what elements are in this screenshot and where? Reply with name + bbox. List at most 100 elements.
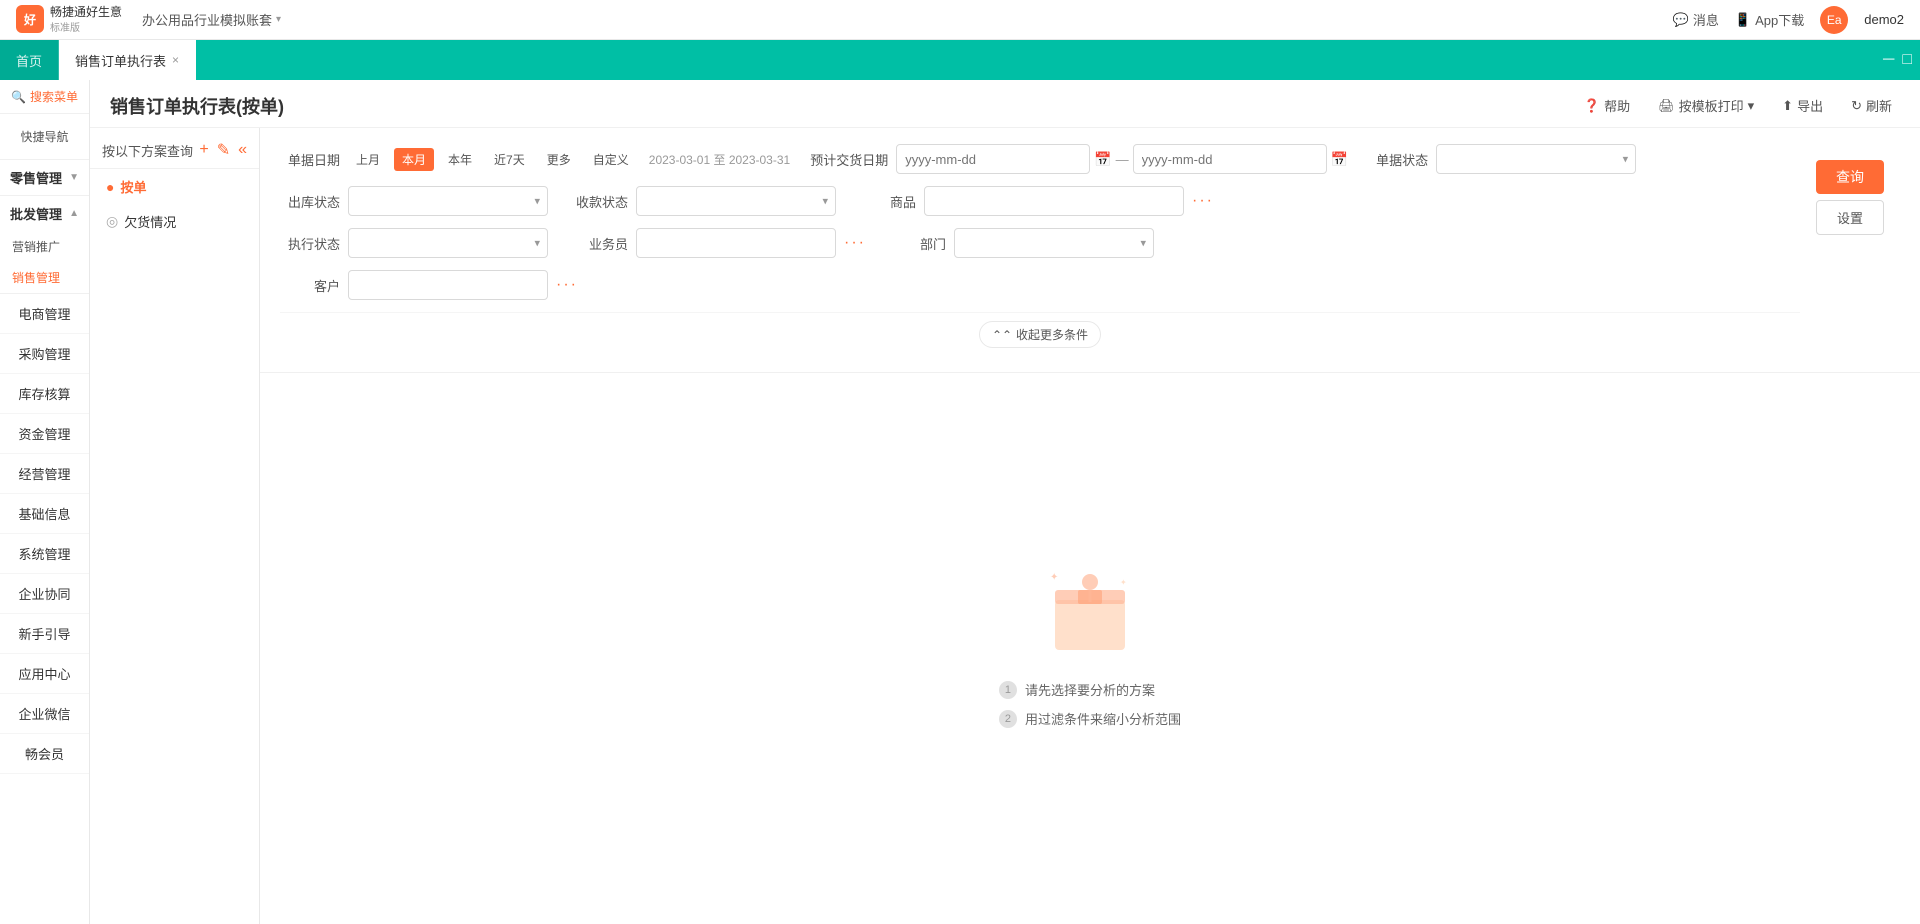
sales-mgmt-label: 销售管理	[12, 269, 60, 286]
sidebar-item-enterprise-wechat[interactable]: 企业微信	[0, 694, 89, 734]
industry-label: 办公用品行业模拟账套	[142, 10, 272, 29]
goods-more-icon[interactable]: ···	[1192, 192, 1214, 210]
add-scheme-button[interactable]: +	[199, 140, 208, 160]
sidebar-item-sales-mgmt[interactable]: 销售管理	[0, 262, 89, 293]
tab-sales-order[interactable]: 销售订单执行表 ×	[59, 40, 196, 80]
sidebar-item-operations[interactable]: 经营管理	[0, 454, 89, 494]
refresh-label: 刷新	[1866, 96, 1892, 115]
date-label: 单据日期	[280, 150, 340, 169]
customer-input[interactable]	[348, 270, 548, 300]
marketing-label: 营销推广	[12, 238, 60, 255]
filter-inner: 单据日期 上月 本月 本年 近7天 更多 自定义	[280, 144, 1900, 356]
sidebar-item-ecommerce[interactable]: 电商管理	[0, 294, 89, 334]
step-2-text: 用过滤条件来缩小分析范围	[1025, 709, 1181, 728]
print-button[interactable]: 🖨 按模板打印 ▾	[1650, 92, 1762, 119]
scheme-active-icon: ●	[106, 179, 114, 195]
filter-group-out-status: 出库状态	[280, 186, 548, 216]
goods-input[interactable]	[924, 186, 1184, 216]
scheme-inactive-icon: ◎	[106, 213, 118, 230]
app-download-action[interactable]: 📱 App下载	[1735, 10, 1804, 29]
dept-select[interactable]	[954, 228, 1154, 258]
filter-group-dept: 部门	[886, 228, 1154, 258]
calendar-end-icon[interactable]: 📅	[1331, 151, 1348, 168]
tab-sales-order-label: 销售订单执行表	[75, 51, 166, 70]
collapse-more-button[interactable]: ⌃⌃ 收起更多条件	[979, 321, 1101, 348]
message-action[interactable]: 💬 消息	[1673, 10, 1719, 29]
sidebar-item-inventory[interactable]: 库存核算	[0, 374, 89, 414]
salesperson-input[interactable]	[636, 228, 836, 258]
sidebar-item-newbie[interactable]: 新手引导	[0, 614, 89, 654]
sidebar-item-quick-nav[interactable]: 快捷导航	[0, 120, 89, 153]
customer-label: 客户	[280, 276, 340, 295]
tab-close-icon[interactable]: ×	[172, 53, 179, 67]
customer-more-icon[interactable]: ···	[556, 276, 578, 294]
filter-row-2: 出库状态 收款状态	[280, 186, 1800, 216]
sidebar-item-enterprise[interactable]: 企业协同	[0, 574, 89, 614]
sidebar-item-marketing[interactable]: 营销推广	[0, 231, 89, 262]
export-button[interactable]: ⬆ 导出	[1774, 92, 1831, 119]
expected-date-start[interactable]	[896, 144, 1090, 174]
header-left: 好 畅捷通好生意 标准版 办公用品行业模拟账套 ▾	[16, 5, 281, 34]
sidebar-search-label: 搜索菜单	[30, 88, 78, 105]
filter-fields: 单据日期 上月 本月 本年 近7天 更多 自定义	[280, 144, 1800, 356]
message-label: 消息	[1693, 10, 1719, 29]
collapse-label: 收起更多条件	[1016, 326, 1088, 343]
preset-last-month[interactable]: 上月	[348, 148, 388, 171]
empty-step-2: 2 用过滤条件来缩小分析范围	[999, 709, 1181, 728]
scheme-item-backorder[interactable]: ◎ 欠货情况	[90, 204, 259, 239]
refresh-button[interactable]: ↻ 刷新	[1843, 92, 1900, 119]
exec-status-select[interactable]	[348, 228, 548, 258]
receipt-status-select[interactable]	[636, 186, 836, 216]
collapse-panel-button[interactable]: «	[238, 140, 247, 160]
empty-illustration-svg: ✦ ✦	[1040, 560, 1140, 660]
date-separator: —	[1116, 152, 1129, 167]
panel-title: 按以下方案查询	[102, 141, 193, 160]
sidebar-item-system[interactable]: 系统管理	[0, 534, 89, 574]
sidebar-item-wholesale[interactable]: 批发管理 ▲	[0, 196, 89, 231]
calendar-start-icon[interactable]: 📅	[1094, 151, 1111, 168]
help-label: 帮助	[1604, 96, 1630, 115]
expected-date-range: 📅 — 📅	[896, 144, 1348, 174]
right-content: 单据日期 上月 本月 本年 近7天 更多 自定义	[260, 128, 1920, 924]
tab-minimize-button[interactable]: ─	[1883, 51, 1894, 69]
sidebar-item-retail[interactable]: 零售管理 ▼	[0, 160, 89, 195]
preset-more[interactable]: 更多	[539, 148, 579, 171]
tab-maximize-button[interactable]: □	[1902, 51, 1912, 69]
sidebar-item-member[interactable]: 畅会员	[0, 734, 89, 774]
export-label: 导出	[1797, 96, 1823, 115]
help-button[interactable]: ❓ 帮助	[1576, 92, 1638, 119]
salesperson-more-icon[interactable]: ···	[844, 234, 866, 252]
sidebar-item-appstore[interactable]: 应用中心	[0, 654, 89, 694]
settings-button[interactable]: 设置	[1816, 200, 1884, 235]
search-icon: 🔍	[11, 90, 26, 104]
step-number-2: 2	[999, 710, 1017, 728]
sidebar-search[interactable]: 🔍 搜索菜单	[0, 80, 89, 114]
scheme-item-by-order[interactable]: ● 按单	[90, 169, 259, 204]
tab-home[interactable]: 首页	[0, 40, 59, 80]
print-chevron-icon: ▾	[1748, 98, 1755, 114]
sidebar-item-basic-info[interactable]: 基础信息	[0, 494, 89, 534]
query-button[interactable]: 查询	[1816, 160, 1884, 194]
filter-group-goods: 商品 ···	[856, 186, 1214, 216]
filter-group-salesperson: 业务员 ···	[568, 228, 866, 258]
industry-selector[interactable]: 办公用品行业模拟账套 ▾	[142, 10, 281, 29]
edit-scheme-button[interactable]: ✎	[217, 140, 230, 160]
out-status-select[interactable]	[348, 186, 548, 216]
print-icon: 🖨	[1658, 98, 1675, 114]
help-icon: ❓	[1584, 98, 1600, 114]
avatar[interactable]: Ea	[1820, 6, 1848, 34]
user-name[interactable]: demo2	[1864, 12, 1904, 27]
status-select[interactable]	[1436, 144, 1636, 174]
tab-bar-end: ─ □	[1883, 51, 1920, 69]
sidebar: 🔍 搜索菜单 快捷导航 零售管理 ▼ 批发管理 ▲ 营销推广 销售管理	[0, 80, 90, 924]
sidebar-item-finance[interactable]: 资金管理	[0, 414, 89, 454]
out-status-select-wrapper	[348, 186, 548, 216]
preset-last-7-days[interactable]: 近7天	[486, 148, 533, 171]
preset-this-year[interactable]: 本年	[440, 148, 480, 171]
expected-date-end[interactable]	[1133, 144, 1327, 174]
page-title: 销售订单执行表(按单)	[110, 93, 284, 119]
sidebar-item-purchase[interactable]: 采购管理	[0, 334, 89, 374]
filter-group-receipt-status: 收款状态	[568, 186, 836, 216]
preset-this-month[interactable]: 本月	[394, 148, 434, 171]
preset-custom[interactable]: 自定义	[585, 148, 637, 171]
